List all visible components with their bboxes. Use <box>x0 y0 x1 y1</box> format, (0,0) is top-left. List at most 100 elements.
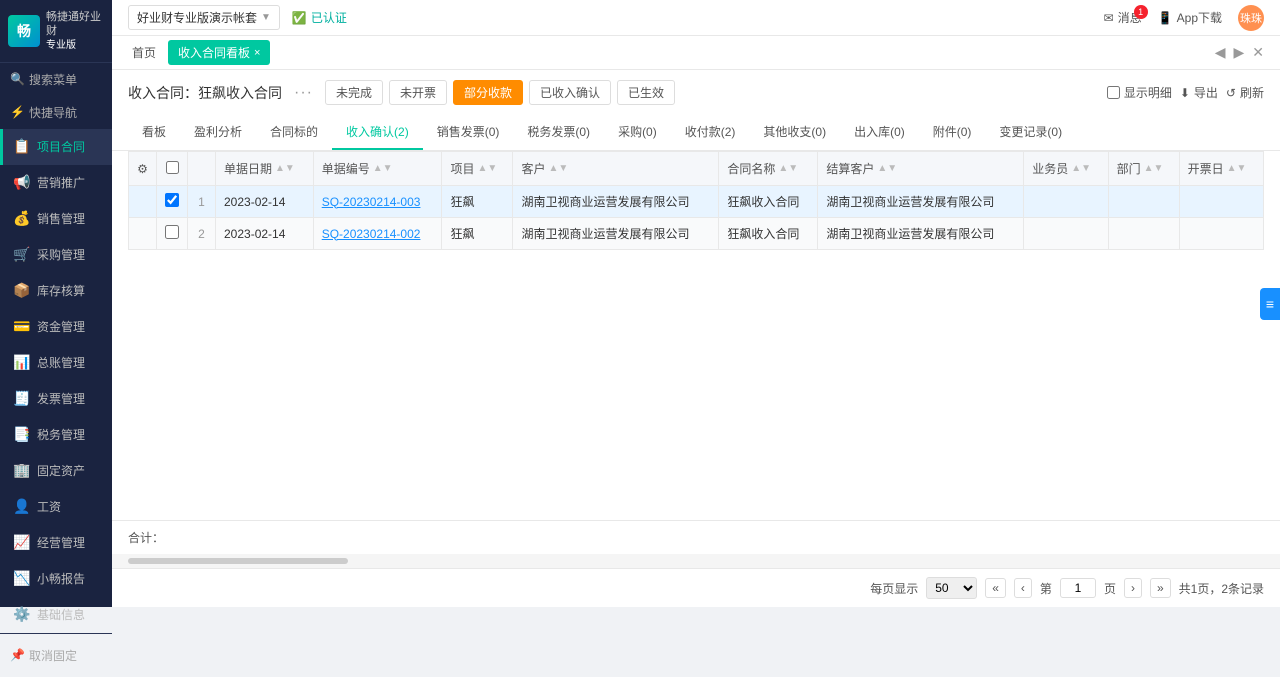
sidebar-item-sales[interactable]: 💰销售管理 <box>0 201 112 237</box>
per-page-select[interactable]: 2050100 <box>926 577 977 599</box>
sidebar-item-fixed-assets[interactable]: 🏢固定资产 <box>0 453 112 489</box>
export-button[interactable]: ⬇ 导出 <box>1180 84 1218 101</box>
cell-checkbox <box>157 186 188 218</box>
per-page-label: 每页显示 <box>870 580 918 597</box>
select-all-checkbox[interactable] <box>166 161 179 174</box>
table-row[interactable]: 12023-02-14SQ-20230214-003狂飙湖南卫视商业运营发展有限… <box>129 186 1264 218</box>
nav-label-report: 小畅报告 <box>37 570 85 587</box>
close-tab-icon[interactable]: × <box>254 47 260 59</box>
col-header-order-date[interactable]: 单据日期▲▼ <box>216 152 314 186</box>
horizontal-scrollbar[interactable] <box>112 554 1280 568</box>
col-header-project[interactable]: 项目▲▼ <box>442 152 513 186</box>
cell-num: 1 <box>188 186 216 218</box>
status-btn-no-invoice[interactable]: 未开票 <box>389 80 447 105</box>
sidebar-item-management[interactable]: 📈经营管理 <box>0 525 112 561</box>
status-btn-effective[interactable]: 已生效 <box>617 80 675 105</box>
sort-icon-bill-date[interactable]: ▲▼ <box>1227 164 1247 174</box>
nav-label-basic-info: 基础信息 <box>37 606 85 623</box>
tab-kanban[interactable]: 看板 <box>128 115 180 150</box>
sort-icon-project[interactable]: ▲▼ <box>478 164 498 174</box>
sidebar-item-hr[interactable]: 👤工资 <box>0 489 112 525</box>
status-btn-incomplete[interactable]: 未完成 <box>325 80 383 105</box>
nav-icon-report: 📉 <box>13 570 31 588</box>
page-title-value: 狂飙收入合同 <box>198 85 282 101</box>
tab-income-confirm[interactable]: 收入确认(2) <box>332 115 423 150</box>
tab-contract-standard[interactable]: 合同标的 <box>256 115 332 150</box>
tab-bar: 首页 收入合同看板 × ◀ ▶ ✕ <box>112 36 1280 70</box>
tab-payment[interactable]: 收付款(2) <box>671 115 750 150</box>
cell-settings <box>129 186 157 218</box>
show-detail-checkbox[interactable]: 显示明细 <box>1107 84 1172 101</box>
show-detail-input[interactable] <box>1107 86 1120 99</box>
col-header-department[interactable]: 部门▲▼ <box>1108 152 1179 186</box>
sidebar-item-invoice[interactable]: 🧾发票管理 <box>0 381 112 417</box>
sort-icon-customer[interactable]: ▲▼ <box>549 164 569 174</box>
sort-icon-order-no[interactable]: ▲▼ <box>373 164 393 174</box>
row-checkbox[interactable] <box>165 193 179 207</box>
sort-icon-salesman[interactable]: ▲▼ <box>1071 164 1091 174</box>
sidebar-item-report[interactable]: 📉 小畅报告 <box>0 561 112 597</box>
col-header-customer[interactable]: 客户▲▼ <box>513 152 719 186</box>
tab-prev-icon[interactable]: ◀ <box>1215 44 1226 61</box>
search-menu-item[interactable]: 🔍 搜索菜单 <box>0 63 112 96</box>
tab-income-contract[interactable]: 收入合同看板 × <box>168 40 270 65</box>
tab-sales-invoice[interactable]: 销售发票(0) <box>423 115 514 150</box>
order-no-link[interactable]: SQ-20230214-003 <box>322 195 421 209</box>
tab-out-warehouse[interactable]: 出入库(0) <box>840 115 919 150</box>
message-button[interactable]: ✉ 1 消息 <box>1104 9 1142 26</box>
right-bar-icon[interactable]: ≡ <box>1260 288 1280 320</box>
tab-profit[interactable]: 盈利分析 <box>180 115 256 150</box>
app-download-button[interactable]: 📱 App下载 <box>1158 9 1222 26</box>
sidebar-item-basic-info[interactable]: ⚙️基础信息 <box>0 597 112 633</box>
sort-icon-settle-customer[interactable]: ▲▼ <box>877 164 897 174</box>
tab-home[interactable]: 首页 <box>128 44 160 61</box>
sidebar-item-project-contract[interactable]: 📋项目合同 <box>0 129 112 165</box>
sidebar-item-purchase[interactable]: 🛒采购管理 <box>0 237 112 273</box>
scroll-thumb[interactable] <box>128 558 348 564</box>
sort-icon-contract-name[interactable]: ▲▼ <box>778 164 798 174</box>
col-header-settle-customer[interactable]: 结算客户▲▼ <box>818 152 1024 186</box>
check-circle-icon: ✅ <box>292 11 307 25</box>
sidebar-item-tax[interactable]: 📑税务管理 <box>0 417 112 453</box>
status-btn-confirmed[interactable]: 已收入确认 <box>529 80 611 105</box>
more-options-icon[interactable]: ··· <box>294 84 313 102</box>
row-checkbox[interactable] <box>165 225 179 239</box>
search-menu-label: 搜索菜单 <box>29 71 77 88</box>
tab-change-log[interactable]: 变更记录(0) <box>985 115 1076 150</box>
col-header-settings: ⚙ <box>129 152 157 186</box>
tab-next-icon[interactable]: ▶ <box>1233 44 1244 61</box>
company-selector[interactable]: 好业财专业版演示帐套 ▼ <box>128 5 280 30</box>
next-page-button[interactable]: › <box>1124 578 1142 598</box>
col-header-order-no[interactable]: 单据编号▲▼ <box>313 152 442 186</box>
sidebar-item-general-ledger[interactable]: 📊总账管理 <box>0 345 112 381</box>
first-page-button[interactable]: « <box>985 578 1006 598</box>
status-btn-partial-received[interactable]: 部分收款 <box>453 80 523 105</box>
sort-icon-order-date[interactable]: ▲▼ <box>275 164 295 174</box>
quick-nav-item[interactable]: ⚡ 快捷导航 <box>0 96 112 129</box>
col-header-contract-name[interactable]: 合同名称▲▼ <box>719 152 818 186</box>
sidebar-item-capital[interactable]: 💳资金管理 <box>0 309 112 345</box>
sort-icon-department[interactable]: ▲▼ <box>1144 164 1164 174</box>
tab-other-income[interactable]: 其他收支(0) <box>749 115 840 150</box>
sidebar-item-inventory[interactable]: 📦库存核算 <box>0 273 112 309</box>
cancel-fixed-item[interactable]: 📌 取消固定 <box>10 642 102 669</box>
tab-attachment[interactable]: 附件(0) <box>919 115 986 150</box>
col-header-salesman[interactable]: 业务员▲▼ <box>1024 152 1108 186</box>
last-page-button[interactable]: » <box>1150 578 1171 598</box>
tab-purchase[interactable]: 采购(0) <box>604 115 671 150</box>
order-no-link[interactable]: SQ-20230214-002 <box>322 227 421 241</box>
sidebar-item-marketing[interactable]: 📢营销推广 <box>0 165 112 201</box>
refresh-button[interactable]: ↺ 刷新 <box>1226 84 1264 101</box>
table-row[interactable]: 22023-02-14SQ-20230214-002狂飙湖南卫视商业运营发展有限… <box>129 218 1264 250</box>
col-header-bill-date[interactable]: 开票日▲▼ <box>1179 152 1263 186</box>
selector-arrow-icon: ▼ <box>261 12 271 23</box>
table-container: ⚙ 单据日期▲▼单据编号▲▼项目▲▼客户▲▼合同名称▲▼结算客户▲▼业务员▲▼部门… <box>112 151 1280 520</box>
user-avatar[interactable]: 珠珠 <box>1238 5 1264 31</box>
page-number-input[interactable] <box>1060 578 1096 598</box>
prev-page-button[interactable]: ‹ <box>1014 578 1032 598</box>
tab-close-all-icon[interactable]: ✕ <box>1252 44 1264 61</box>
message-badge: 1 <box>1134 5 1148 19</box>
settings-icon[interactable]: ⚙ <box>137 162 148 176</box>
tab-tax-invoice[interactable]: 税务发票(0) <box>513 115 604 150</box>
cell-order-no: SQ-20230214-002 <box>313 218 442 250</box>
